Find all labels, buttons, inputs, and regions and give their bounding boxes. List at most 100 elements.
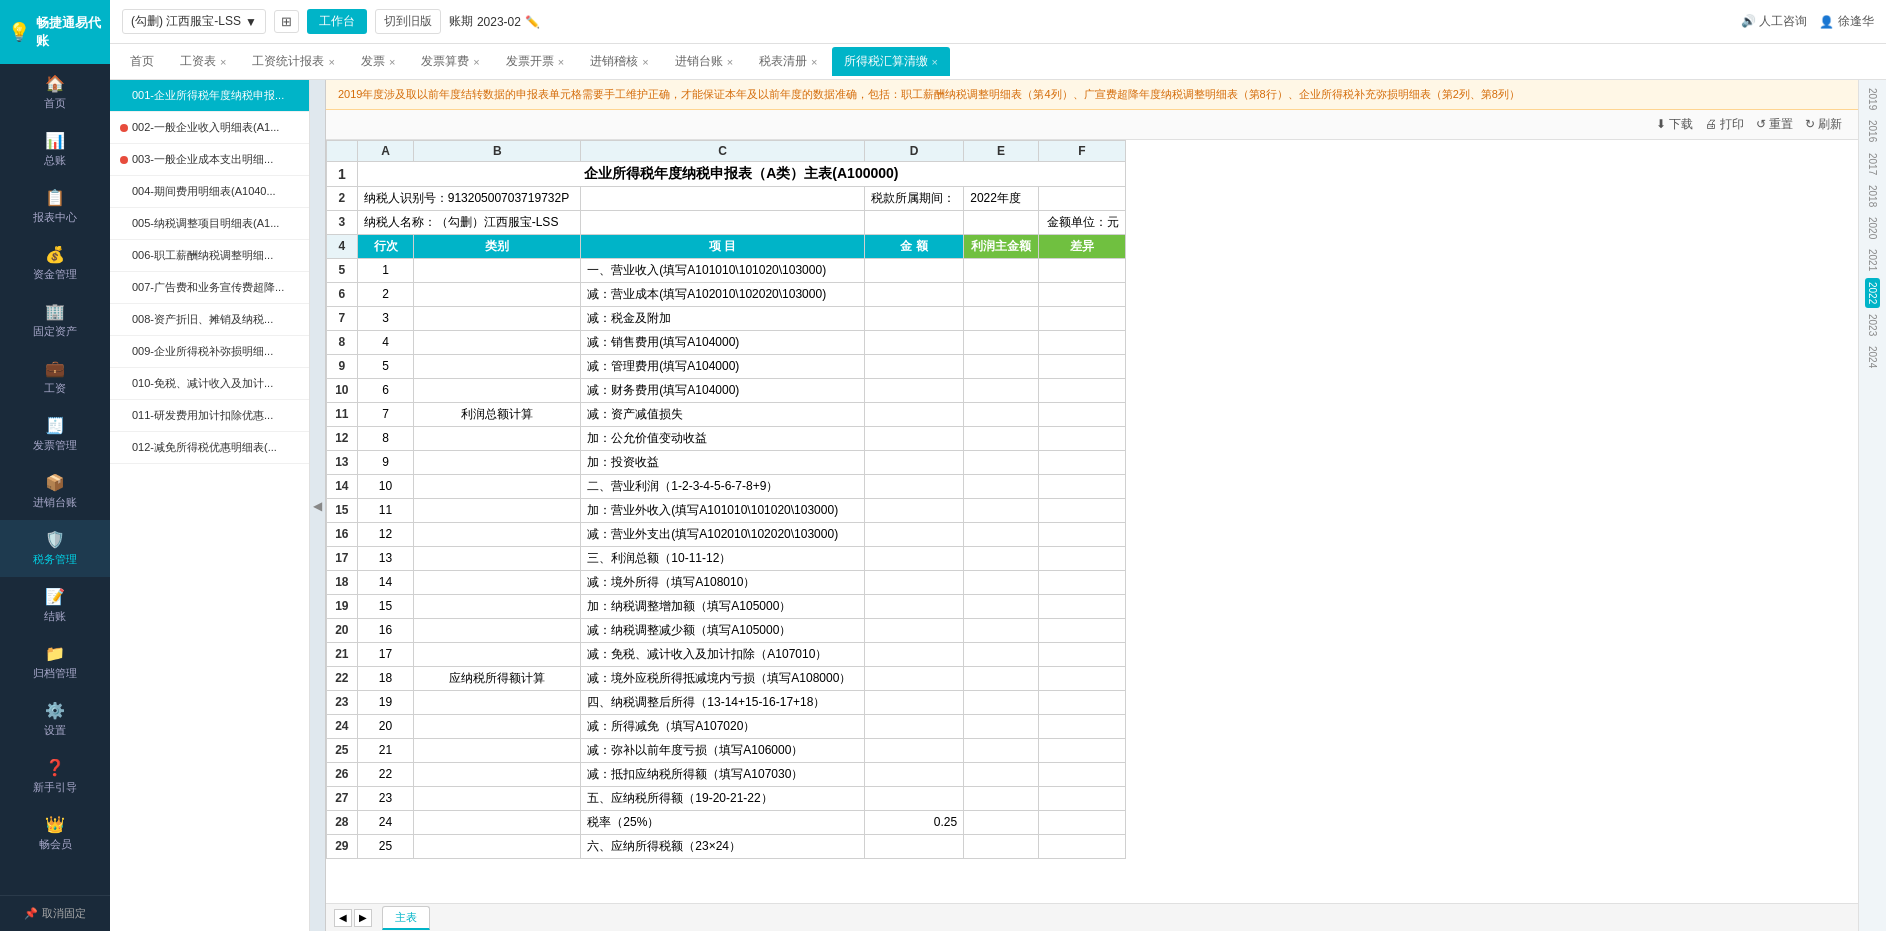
- timeline-year-2020[interactable]: 2020: [1865, 213, 1880, 243]
- timeline-year-2017[interactable]: 2017: [1865, 149, 1880, 179]
- tab-close-icon[interactable]: ×: [328, 56, 334, 68]
- timeline-year-2021[interactable]: 2021: [1865, 245, 1880, 275]
- form-item-010[interactable]: 010-免税、减计收入及加计...: [110, 368, 309, 400]
- form-item-001[interactable]: 001-企业所得税年度纳税申报...: [110, 80, 309, 112]
- item-cell: 减：营业外支出(填写A102010\102020\103000): [581, 522, 865, 546]
- sidebar-item-资金管理[interactable]: 💰资金管理: [0, 235, 110, 292]
- sidebar-item-报表中心[interactable]: 📋报表中心: [0, 178, 110, 235]
- company-selector[interactable]: (勾删) 江西服宝-LSS ▼: [122, 9, 266, 34]
- table-row: 2521减：弥补以前年度亏损（填写A106000）: [327, 738, 1126, 762]
- timeline-year-2022[interactable]: 2022: [1865, 278, 1880, 308]
- line-num-cell: 21: [357, 738, 414, 762]
- tab-工资表[interactable]: 工资表 ×: [168, 47, 238, 76]
- form-item-002[interactable]: 002-一般企业收入明细表(A1...: [110, 112, 309, 144]
- tab-label: 工资表: [180, 53, 216, 70]
- sidebar-item-税务管理[interactable]: 🛡️税务管理: [0, 520, 110, 577]
- tab-close-icon[interactable]: ×: [220, 56, 226, 68]
- download-button[interactable]: ⬇ 下载: [1656, 116, 1693, 133]
- table-row: 2622减：抵扣应纳税所得额（填写A107030）: [327, 762, 1126, 786]
- collapse-button[interactable]: ◀: [310, 80, 326, 931]
- copy-icon-btn[interactable]: ⊞: [274, 10, 299, 33]
- tab-发票[interactable]: 发票×: [349, 47, 407, 76]
- sidebar-item-固定资产[interactable]: 🏢固定资产: [0, 292, 110, 349]
- sidebar-item-畅会员[interactable]: 👑畅会员: [0, 805, 110, 862]
- form-item-005[interactable]: 005-纳税调整项目明细表(A1...: [110, 208, 309, 240]
- tab-进销稽核[interactable]: 进销稽核×: [578, 47, 660, 76]
- sidebar-item-发票管理[interactable]: 🧾发票管理: [0, 406, 110, 463]
- diff-cell: [1038, 258, 1125, 282]
- sidebar-item-label: 报表中心: [33, 210, 77, 225]
- form-item-011[interactable]: 011-研发费用加计扣除优惠...: [110, 400, 309, 432]
- sheet-nav-right[interactable]: ▶: [354, 909, 372, 927]
- form-item-008[interactable]: 008-资产折旧、摊销及纳税...: [110, 304, 309, 336]
- tab-发票算费[interactable]: 发票算费×: [409, 47, 491, 76]
- form-item-006[interactable]: 006-职工薪酬纳税调整明细...: [110, 240, 309, 272]
- spreadsheet-container[interactable]: ABCDEF1企业所得税年度纳税申报表（A类）主表(A100000)2纳税人识别…: [326, 140, 1858, 904]
- sidebar-item-结账[interactable]: 📝结账: [0, 577, 110, 634]
- tab-税表清册[interactable]: 税表清册×: [747, 47, 829, 76]
- tab-close-icon[interactable]: ×: [473, 56, 479, 68]
- line-num-cell: 2: [357, 282, 414, 306]
- topbar-right: 🔊 人工咨询 👤 徐逢华: [1741, 13, 1874, 30]
- amount-cell: [864, 450, 963, 474]
- line-num-cell: 10: [357, 474, 414, 498]
- tab-首页[interactable]: 首页: [118, 47, 166, 76]
- edit-icon[interactable]: ✏️: [525, 15, 540, 29]
- sidebar-item-label: 新手引导: [33, 780, 77, 795]
- timeline-year-2019[interactable]: 2019: [1865, 84, 1880, 114]
- content-area: 001-企业所得税年度纳税申报...002-一般企业收入明细表(A1...003…: [110, 80, 1886, 931]
- sidebar-item-新手引导[interactable]: ❓新手引导: [0, 748, 110, 805]
- tab-close-icon[interactable]: ×: [642, 56, 648, 68]
- timeline-year-2018[interactable]: 2018: [1865, 181, 1880, 211]
- form-item-009[interactable]: 009-企业所得税补弥损明细...: [110, 336, 309, 368]
- sidebar-footer[interactable]: 📌 取消固定: [0, 895, 110, 931]
- workspace-button[interactable]: 工作台: [307, 9, 367, 34]
- sidebar-item-设置[interactable]: ⚙️设置: [0, 691, 110, 748]
- user-menu[interactable]: 👤 徐逢华: [1819, 13, 1874, 30]
- download-icon: ⬇: [1656, 117, 1666, 131]
- nav-icon: 👑: [45, 815, 65, 834]
- tab-close-icon[interactable]: ×: [389, 56, 395, 68]
- tab-所得税汇算清缴[interactable]: 所得税汇算清缴×: [832, 47, 950, 76]
- row-num: 4: [327, 234, 358, 258]
- sheet-tab-main[interactable]: 主表: [382, 906, 430, 930]
- table-row: 51一、营业收入(填写A101010\101020\103000): [327, 258, 1126, 282]
- timeline-year-2024[interactable]: 2024: [1865, 342, 1880, 372]
- line-num-cell: 23: [357, 786, 414, 810]
- tab-close-icon[interactable]: ×: [932, 56, 938, 68]
- form-item-label: 008-资产折旧、摊销及纳税...: [132, 312, 273, 327]
- tab-close-icon[interactable]: ×: [727, 56, 733, 68]
- sidebar-item-首页[interactable]: 🏠首页: [0, 64, 110, 121]
- print-button[interactable]: 🖨 打印: [1705, 116, 1744, 133]
- sidebar-item-进销台账[interactable]: 📦进销台账: [0, 463, 110, 520]
- ai-service-button[interactable]: 🔊 人工咨询: [1741, 13, 1807, 30]
- row-num: 5: [327, 258, 358, 282]
- tab-工资统计报表[interactable]: 工资统计报表 ×: [240, 47, 346, 76]
- sheet-nav-left[interactable]: ◀: [334, 909, 352, 927]
- sidebar-item-归档管理[interactable]: 📁归档管理: [0, 634, 110, 691]
- tab-进销台账[interactable]: 进销台账×: [663, 47, 745, 76]
- form-item-004[interactable]: 004-期间费用明细表(A1040...: [110, 176, 309, 208]
- tab-发票开票[interactable]: 发票开票×: [494, 47, 576, 76]
- item-cell: 加：投资收益: [581, 450, 865, 474]
- timeline-year-2023[interactable]: 2023: [1865, 310, 1880, 340]
- sidebar-item-总账[interactable]: 📊总账: [0, 121, 110, 178]
- refresh-button[interactable]: ↻ 刷新: [1805, 116, 1842, 133]
- profit-amount-cell: [964, 810, 1039, 834]
- tab-close-icon[interactable]: ×: [811, 56, 817, 68]
- row-num-header: [327, 140, 358, 161]
- form-item-007[interactable]: 007-广告费和业务宣传费超降...: [110, 272, 309, 304]
- tab-close-icon[interactable]: ×: [558, 56, 564, 68]
- timeline-year-2016[interactable]: 2016: [1865, 116, 1880, 146]
- old-version-button[interactable]: 切到旧版: [375, 9, 441, 34]
- form-item-012[interactable]: 012-减免所得税优惠明细表(...: [110, 432, 309, 464]
- item-cell: 减：抵扣应纳税所得额（填写A107030）: [581, 762, 865, 786]
- form-item-label: 010-免税、减计收入及加计...: [132, 376, 273, 391]
- tab-label: 工资统计报表: [252, 53, 324, 70]
- form-item-003[interactable]: 003-一般企业成本支出明细...: [110, 144, 309, 176]
- nav-icon: 🏠: [45, 74, 65, 93]
- row-num: 6: [327, 282, 358, 306]
- profit-amount-cell: [964, 786, 1039, 810]
- reset-button[interactable]: ↺ 重置: [1756, 116, 1793, 133]
- sidebar-item-工资[interactable]: 💼工资: [0, 349, 110, 406]
